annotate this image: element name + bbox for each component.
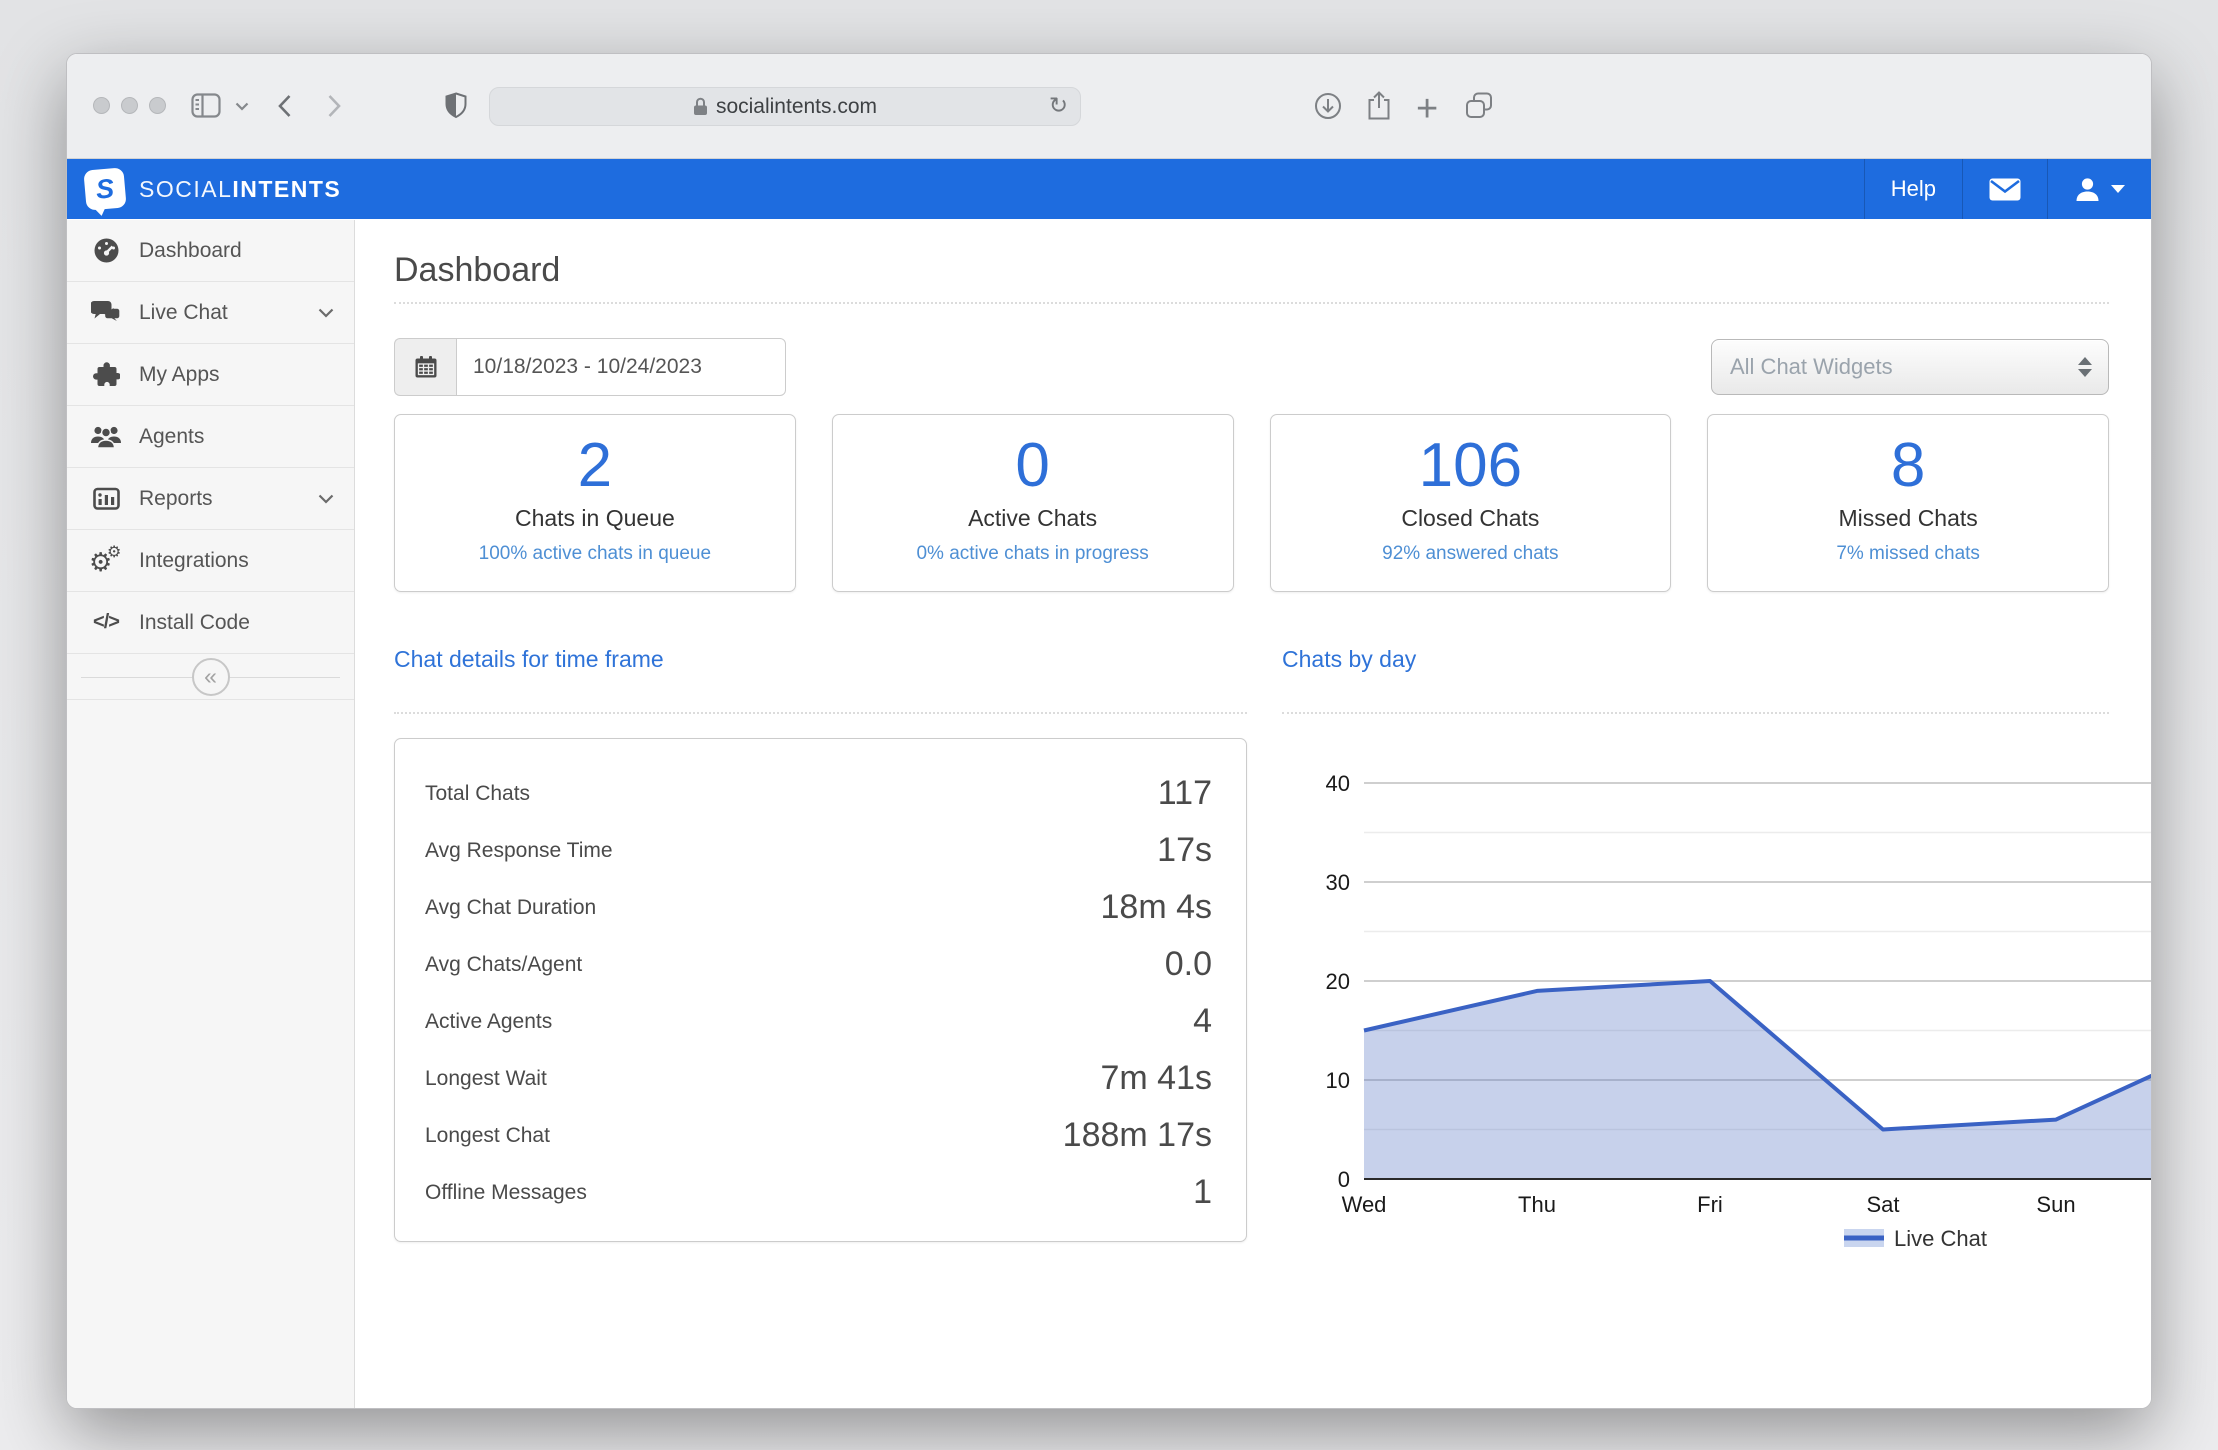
zoom-window-button[interactable] [149, 97, 166, 114]
svg-text:Live Chat: Live Chat [1894, 1226, 1987, 1251]
table-row: Longest Wait 7m 41s [425, 1059, 1212, 1097]
svg-text:Wed: Wed [1342, 1192, 1387, 1217]
sidebar-item-integrations[interactable]: ⚙ ⚙ Integrations [67, 530, 354, 592]
table-row: Total Chats 117 [425, 774, 1212, 812]
divider [394, 712, 1247, 714]
envelope-icon [1989, 178, 2021, 200]
chat-details-table: Total Chats 117 Avg Response Time 17s Avg … [394, 738, 1247, 1242]
svg-text:Thu: Thu [1518, 1192, 1556, 1217]
stat-cards-row: 2 Chats in Queue 100% active chats in qu… [394, 414, 2109, 592]
page-title: Dashboard [394, 251, 561, 289]
table-row: Avg Response Time 17s [425, 831, 1212, 869]
svg-text:10: 10 [1326, 1068, 1350, 1093]
forward-button[interactable] [327, 94, 342, 118]
calendar-icon [415, 356, 436, 378]
sidebar-collapse-button[interactable]: « [191, 657, 230, 696]
stat-card-missed-chats: 8 Missed Chats 7% missed chats [1707, 414, 2109, 592]
privacy-shield-icon[interactable] [445, 92, 467, 119]
stat-card-active-chats: 0 Active Chats 0% active chats in progre… [831, 414, 1234, 592]
select-arrows-icon [2078, 357, 2092, 377]
dashboard-gauge-icon [89, 237, 123, 264]
stat-card-chats-in-queue: 2 Chats in Queue 100% active chats in qu… [394, 414, 796, 592]
divider [1282, 712, 2109, 714]
sidebar-item-dashboard[interactable]: Dashboard [67, 220, 354, 282]
gears-icon: ⚙ ⚙ [89, 543, 122, 577]
sidebar-nav: Dashboard Live Chat My Apps Agents Repor… [67, 220, 355, 1408]
svg-text:Fri: Fri [1697, 1192, 1723, 1217]
calendar-addon[interactable] [394, 338, 456, 396]
chart-svg: 0 10 20 30 40 Wed Thu Fri Sat Sun Live Chat [1326, 771, 2151, 1251]
sidebar-item-reports[interactable]: Reports [67, 468, 354, 530]
filters-row: All Chat Widgets [394, 338, 2109, 396]
chats-by-day-section: Chats by day 0 10 20 30 40 Wed Thu Fri Sat Sun Liv… [1282, 644, 2151, 1284]
brand-name: SOCIALINTENTS [139, 175, 342, 202]
date-range-picker [394, 338, 786, 396]
chats-by-day-title: Chats by day [1282, 646, 1417, 672]
new-tab-icon[interactable]: + [1416, 88, 1438, 131]
sidebar-item-my-apps[interactable]: My Apps [67, 344, 354, 406]
share-icon[interactable] [1366, 90, 1392, 121]
address-text: socialintents.com [715, 94, 878, 118]
bar-chart-icon [89, 485, 123, 512]
svg-text:Sat: Sat [1866, 1192, 1899, 1217]
account-menu-button[interactable] [2047, 159, 2151, 219]
chats-by-day-area-chart: 0 10 20 30 40 Wed Thu Fri Sat Sun Live Chat [1282, 734, 2151, 1284]
date-range-input[interactable] [456, 338, 786, 396]
messages-button[interactable] [1962, 159, 2047, 219]
chevron-down-icon [318, 494, 334, 504]
svg-text:40: 40 [1326, 771, 1350, 796]
svg-text:30: 30 [1326, 870, 1350, 895]
chat-widget-filter-select[interactable]: All Chat Widgets [1711, 339, 2109, 395]
sidebar-item-agents[interactable]: Agents [67, 406, 354, 468]
help-button[interactable]: Help [1863, 159, 1962, 219]
chat-details-title: Chat details for time frame [394, 646, 664, 672]
socialintents-logo-icon[interactable]: S [83, 167, 127, 211]
back-button[interactable] [277, 94, 292, 118]
sidebar-toggle-icon[interactable] [191, 93, 221, 118]
code-icon: </> [93, 611, 120, 633]
svg-text:20: 20 [1326, 969, 1350, 994]
svg-text:Sun: Sun [2036, 1192, 2075, 1217]
agents-users-icon [89, 424, 123, 449]
tab-overview-icon[interactable] [1465, 92, 1493, 119]
chat-bubbles-icon [89, 300, 123, 326]
main-content: Dashboard 10/18/2023 - 10/24/2023 All Ch… [355, 220, 2151, 1408]
table-row: Active Agents 4 [425, 1002, 1212, 1040]
table-row: Avg Chat Duration 18m 4s [425, 888, 1212, 926]
browser-toolbar: socialintents.com ↻ + [67, 54, 2151, 159]
browser-window: socialintents.com ↻ + S SOCIALINTENTS He… [66, 53, 2152, 1409]
lock-icon [693, 97, 707, 115]
app-header: S SOCIALINTENTS Help [67, 159, 2151, 219]
svg-text:0: 0 [1338, 1167, 1350, 1192]
sidebar-item-live-chat[interactable]: Live Chat [67, 282, 354, 344]
puzzle-piece-icon [89, 361, 123, 388]
stat-card-closed-chats: 106 Closed Chats 92% answered chats [1269, 414, 1672, 592]
toolbar-chevron-down-icon[interactable] [235, 102, 249, 111]
table-row: Avg Chats/Agent 0.0 [425, 945, 1212, 983]
header-actions: Help [1863, 159, 2151, 219]
downloads-icon[interactable] [1314, 92, 1342, 120]
address-bar[interactable]: socialintents.com ↻ [489, 87, 1081, 126]
table-row: Offline Messages 1 [425, 1173, 1212, 1211]
user-icon [2076, 177, 2099, 201]
caret-down-icon [2111, 185, 2125, 193]
close-window-button[interactable] [93, 97, 110, 114]
minimize-window-button[interactable] [121, 97, 138, 114]
sidebar-item-install-code[interactable]: </> Install Code [67, 592, 354, 654]
chevron-down-icon [318, 308, 334, 318]
table-row: Longest Chat 188m 17s [425, 1116, 1212, 1154]
reload-icon[interactable]: ↻ [1049, 92, 1068, 119]
divider [394, 302, 2109, 304]
sidebar-collapse-row: « [67, 654, 354, 700]
window-controls [93, 97, 166, 114]
chat-details-section: Chat details for time frame Total Chats 1… [394, 644, 1247, 1284]
